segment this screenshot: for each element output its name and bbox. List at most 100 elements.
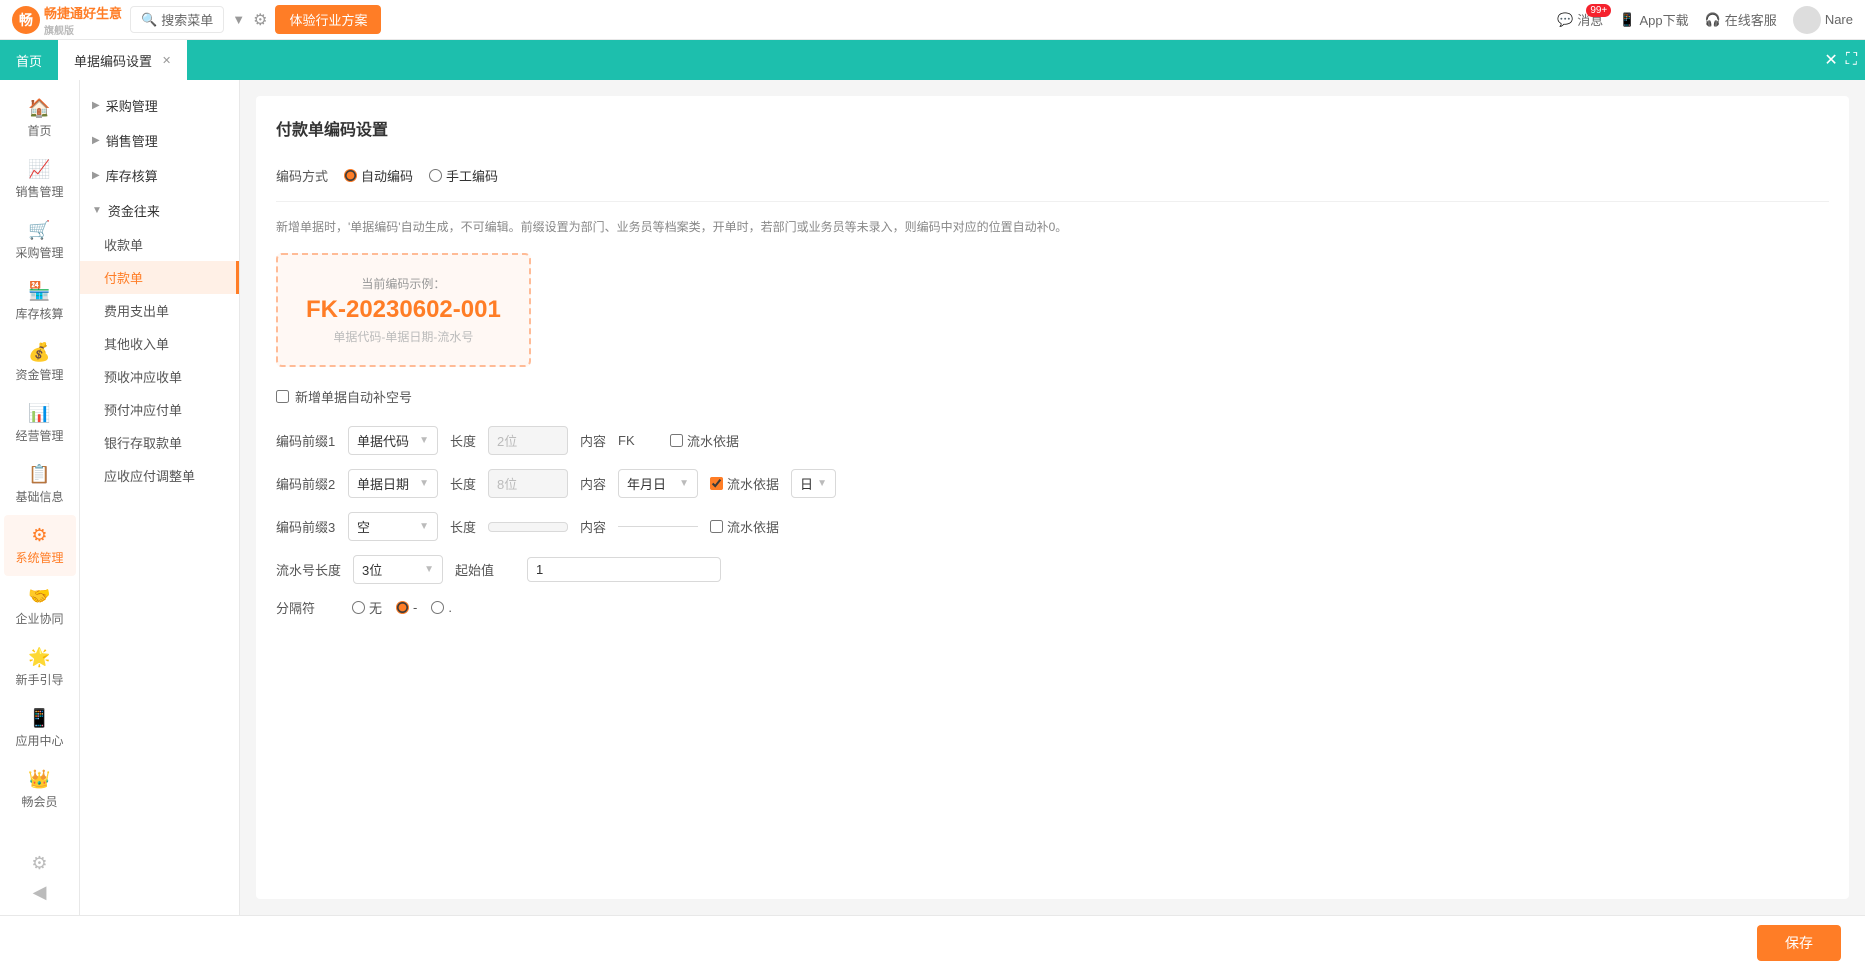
start-val-input[interactable]: [527, 557, 721, 582]
sidebar-item-home[interactable]: 🏠 首页: [4, 88, 76, 149]
brand: 畅 畅捷通好生意 旗舰版: [12, 3, 122, 37]
encode-method-row: 编码方式 自动编码 手工编码: [276, 156, 1829, 202]
sep-none-radio-input[interactable]: [352, 601, 365, 614]
guide-icon: 🌟: [28, 647, 50, 668]
sidebar-item-other-income[interactable]: 其他收入单: [80, 327, 239, 360]
sidebar-item-enterprise[interactable]: 🤝 企业协同: [4, 576, 76, 637]
preview-box: 当前编码示例： FK-20230602-001 单据代码-单据日期-流水号: [276, 253, 531, 367]
auto-encode-radio[interactable]: 自动编码: [344, 166, 413, 185]
sidebar-item-ar-ap-adj[interactable]: 应收应付调整单: [80, 459, 239, 492]
sep-none-label: 无: [369, 598, 382, 617]
sidebar-left: 🏠 首页 📈 销售管理 🛒 采购管理 🏪 库存核算 💰 资金管理 📊 经营管理 …: [0, 80, 80, 915]
sidebar-item-pre-pay[interactable]: 预付冲应付单: [80, 393, 239, 426]
section-arrow-stock: ▶: [92, 170, 100, 181]
sidebar-item-enterprise-label: 企业协同: [15, 610, 63, 627]
sep-dot-radio[interactable]: .: [431, 600, 452, 615]
trial-button[interactable]: 体验行业方案: [275, 5, 381, 34]
sidebar-section-purchase-title[interactable]: ▶ 采购管理: [80, 88, 239, 123]
prefix3-content-label: 内容: [580, 517, 606, 536]
prefix1-serial-checkbox[interactable]: 流水依据: [670, 431, 739, 450]
sidebar-item-stock[interactable]: 🏪 库存核算: [4, 271, 76, 332]
manual-encode-radio-input[interactable]: [429, 169, 442, 182]
sidebar-item-other-income-label: 其他收入单: [104, 337, 169, 352]
sidebar-item-basic[interactable]: 📋 基础信息: [4, 454, 76, 515]
member-icon: 👑: [28, 769, 50, 790]
prefix2-day-select[interactable]: 日 ▼: [791, 469, 836, 498]
preview-label: 当前编码示例：: [306, 275, 501, 292]
prefix2-content-select[interactable]: 年月日 ▼: [618, 469, 698, 498]
sidebar-item-guide[interactable]: 🌟 新手引导: [4, 637, 76, 698]
auto-encode-radio-input[interactable]: [344, 169, 357, 182]
tab-close-icon[interactable]: ✕: [162, 54, 171, 67]
prefix2-label: 编码前缀2: [276, 474, 336, 493]
sidebar-section-stock-title[interactable]: ▶ 库存核算: [80, 158, 239, 193]
sidebar-item-payment-label: 付款单: [104, 271, 143, 286]
sep-dot-radio-input[interactable]: [431, 601, 444, 614]
sidebar-mid: ▶ 采购管理 ▶ 销售管理 ▶ 库存核算 ▼ 资金往来 收款单: [80, 80, 240, 915]
sidebar-item-member[interactable]: 👑 畅会员: [4, 759, 76, 820]
prefix2-len-value: 8位: [497, 477, 517, 492]
sep-label: 分隔符: [276, 598, 336, 617]
sidebar-item-expense-label: 费用支出单: [104, 304, 169, 319]
prefix2-serial-checkbox[interactable]: 流水依据: [710, 474, 779, 493]
collapse-icon[interactable]: ◀: [33, 882, 47, 903]
home-icon: 🏠: [28, 98, 50, 119]
sidebar-item-expense[interactable]: 费用支出单: [80, 294, 239, 327]
auto-fill-checkbox[interactable]: [276, 390, 289, 403]
prefix1-select[interactable]: 单据代码 ▼: [348, 426, 438, 455]
app-download-button[interactable]: 📱 App下载: [1619, 10, 1688, 29]
prefix2-serial-checkbox-input[interactable]: [710, 477, 723, 490]
sidebar-item-member-label: 畅会员: [21, 793, 57, 810]
sidebar-section-funds-label: 资金往来: [108, 201, 160, 220]
save-button[interactable]: 保存: [1757, 925, 1841, 961]
manual-encode-radio[interactable]: 手工编码: [429, 166, 498, 185]
tab-home[interactable]: 首页: [0, 40, 58, 80]
sidebar-item-pre-collect[interactable]: 预收冲应收单: [80, 360, 239, 393]
messages-button[interactable]: 💬 消息 99+: [1557, 10, 1603, 29]
tab-minimize-button[interactable]: ✕: [1824, 50, 1837, 70]
sidebar-item-bank-deposit[interactable]: 银行存取款单: [80, 426, 239, 459]
sidebar-left-bottom: ⚙ ◀: [31, 853, 47, 915]
gear-icon[interactable]: ⚙: [253, 10, 267, 30]
sidebar-item-finance-label: 资金管理: [15, 366, 63, 383]
user-avatar[interactable]: Nare: [1793, 6, 1853, 34]
search-menu[interactable]: 🔍 搜索菜单: [130, 6, 224, 33]
serial-length-select[interactable]: 3位 ▼: [353, 555, 443, 584]
prefix1-row: 编码前缀1 单据代码 ▼ 长度 2位 内容 FK 流水依据: [276, 426, 1829, 455]
search-label: 搜索菜单: [161, 10, 213, 29]
sep-dash-radio-input[interactable]: [396, 601, 409, 614]
sidebar-section-purchase-label: 采购管理: [106, 96, 158, 115]
dropdown-icon[interactable]: ▼: [232, 12, 245, 27]
sidebar-item-sales[interactable]: 📈 销售管理: [4, 149, 76, 210]
prefix1-len-input: 2位: [488, 426, 568, 455]
settings-bottom-icon[interactable]: ⚙: [31, 853, 47, 874]
tab-maximize-button[interactable]: ⛶: [1846, 51, 1857, 69]
finance-icon: 💰: [28, 342, 50, 363]
sidebar-item-finance[interactable]: 💰 资金管理: [4, 332, 76, 393]
content-inner: 付款单编码设置 编码方式 自动编码 手工编码 新增单据时，'单据编码'自动生成，…: [256, 96, 1849, 899]
online-service-button[interactable]: 🎧 在线客服: [1705, 10, 1777, 29]
sidebar-item-apps[interactable]: 📱 应用中心: [4, 698, 76, 759]
sidebar-section-sales-title[interactable]: ▶ 销售管理: [80, 123, 239, 158]
prefix2-select[interactable]: 单据日期 ▼: [348, 469, 438, 498]
brand-icon: 畅: [12, 6, 40, 34]
prefix3-len-label: 长度: [450, 517, 476, 536]
tab-encode-setting[interactable]: 单据编码设置 ✕: [58, 40, 187, 80]
section-arrow-purchase: ▶: [92, 100, 100, 111]
serial-length-row: 流水号长度 3位 ▼ 起始值: [276, 555, 1829, 584]
sep-dash-radio[interactable]: -: [396, 600, 417, 615]
prefix3-select[interactable]: 空 ▼: [348, 512, 438, 541]
footer-bar: 保存: [0, 915, 1865, 969]
sep-none-radio[interactable]: 无: [352, 598, 382, 617]
prefix3-serial-checkbox[interactable]: 流水依据: [710, 517, 779, 536]
sidebar-item-operations[interactable]: 📊 经营管理: [4, 393, 76, 454]
sidebar-item-purchase[interactable]: 🛒 采购管理: [4, 210, 76, 271]
sidebar-section-funds-title[interactable]: ▼ 资金往来: [80, 193, 239, 228]
sidebar-item-payment[interactable]: 付款单: [80, 261, 239, 294]
prefix3-serial-checkbox-input[interactable]: [710, 520, 723, 533]
prefix2-select-value: 单据日期: [357, 474, 409, 493]
sidebar-item-system[interactable]: ⚙ 系统管理: [4, 515, 76, 576]
prefix1-serial-checkbox-input[interactable]: [670, 434, 683, 447]
stock-icon: 🏪: [28, 281, 50, 302]
sidebar-item-receipt[interactable]: 收款单: [80, 228, 239, 261]
